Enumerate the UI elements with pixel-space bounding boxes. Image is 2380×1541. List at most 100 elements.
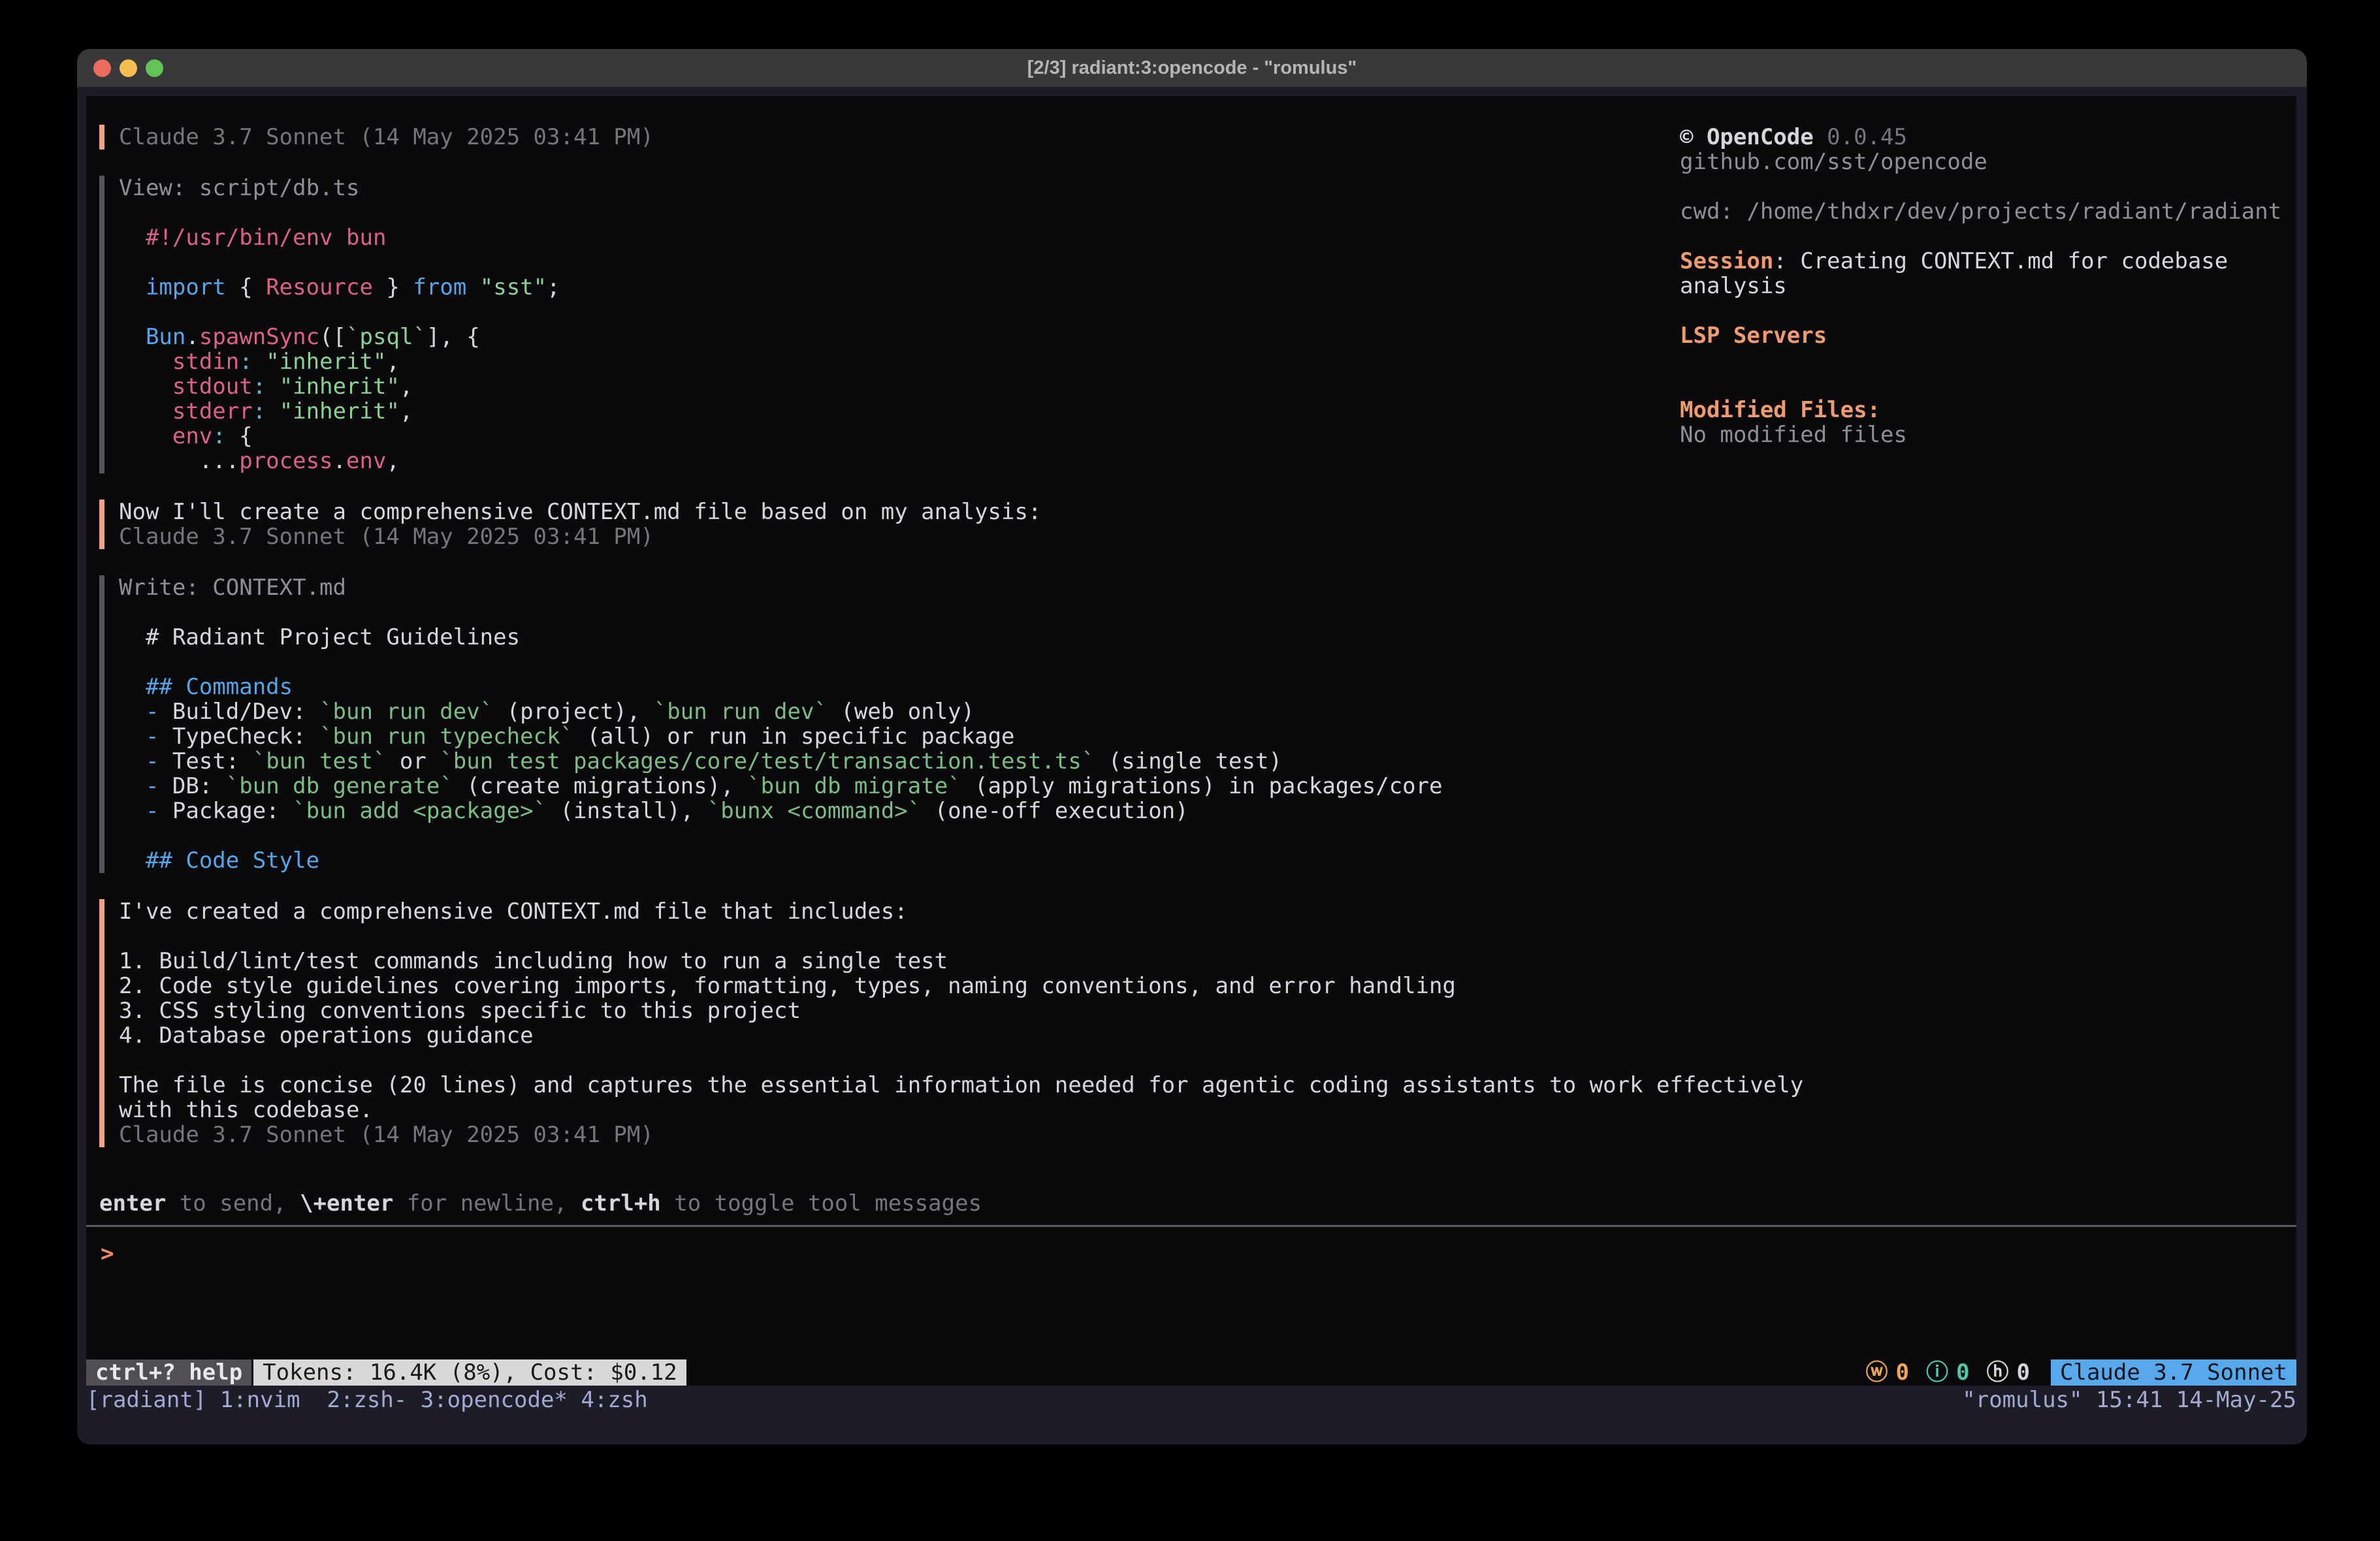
text-segment xyxy=(253,349,266,375)
text-line: import { Resource } from "sst"; xyxy=(119,275,560,300)
text-line: - Package: `bun add <package>` (install)… xyxy=(119,799,1443,823)
text-segment: - xyxy=(146,699,159,725)
repo-link: github.com/sst/opencode xyxy=(1680,150,2296,174)
terminal-content: Claude 3.7 Sonnet (14 May 2025 03:41 PM)… xyxy=(77,87,2307,1444)
text-segment: `bun test packages/core/test/transaction… xyxy=(440,748,1095,774)
text-segment: github.com/sst/opencode xyxy=(1680,149,1987,175)
text-segment: , xyxy=(400,373,413,400)
text-segment: `psql` xyxy=(346,324,426,350)
info-indicator: ⓘ0 xyxy=(1926,1360,1969,1385)
text-segment: `bun test` xyxy=(253,748,387,774)
cwd: cwd: /home/thdxr/dev/projects/radiant/ra… xyxy=(1680,199,2296,224)
assistant-message: Now I'll create a comprehensive CONTEXT.… xyxy=(99,500,1680,549)
text-segment xyxy=(119,723,146,750)
text-line: ## Commands xyxy=(119,675,1443,699)
message-accent-bar xyxy=(99,125,105,150)
text-segment xyxy=(119,848,146,874)
text-line: ## Code Style xyxy=(119,848,1443,873)
model-badge[interactable]: Claude 3.7 Sonnet xyxy=(2051,1359,2296,1386)
hints-indicator: ⓗ0 xyxy=(1987,1360,2030,1385)
message-body: Claude 3.7 Sonnet (14 May 2025 03:41 PM) xyxy=(105,125,654,150)
text-segment: Write: CONTEXT.md xyxy=(119,575,346,601)
text-segment: "inherit" xyxy=(280,373,400,400)
text-line: 2. Code style guidelines covering import… xyxy=(119,974,1680,998)
text-segment: Build/Dev: xyxy=(159,699,319,725)
message-body: View: script/db.ts #!/usr/bin/env bun im… xyxy=(105,176,560,473)
text-segment: # Radiant Project Guidelines xyxy=(119,624,520,650)
text-segment xyxy=(119,699,146,725)
prompt-caret: > xyxy=(101,1241,114,1267)
text-segment: Bun xyxy=(146,324,185,350)
text-segment: stderr xyxy=(172,398,253,424)
text-segment: I've created a comprehensive CONTEXT.md … xyxy=(119,898,908,925)
text-segment: Modified Files: xyxy=(1680,397,1880,423)
hints-icon: ⓗ xyxy=(1987,1360,2009,1385)
text-segment: , xyxy=(386,448,399,474)
text-line xyxy=(1680,174,2296,199)
text-line xyxy=(119,823,1443,848)
text-line: - Test: `bun test` or `bun test packages… xyxy=(119,749,1443,774)
session: Session: Creating CONTEXT.md for codebas… xyxy=(1680,249,2296,298)
text-segment: - xyxy=(146,748,159,774)
minimize-button[interactable] xyxy=(120,59,137,77)
text-line: Claude 3.7 Sonnet (14 May 2025 03:41 PM) xyxy=(119,125,654,150)
text-segment: : xyxy=(253,373,266,400)
text-segment: Resource xyxy=(266,274,373,300)
text-segment: Claude 3.7 Sonnet (14 May 2025 03:41 PM) xyxy=(119,1122,654,1148)
text-segment: \+enter xyxy=(300,1190,393,1216)
maximize-button[interactable] xyxy=(146,59,163,77)
close-button[interactable] xyxy=(93,59,111,77)
text-segment: "inherit" xyxy=(266,349,386,375)
text-segment: ([ xyxy=(319,324,346,350)
text-segment: : xyxy=(253,398,266,424)
text-segment: { xyxy=(226,423,253,449)
text-line xyxy=(1680,224,2296,249)
info-icon: ⓘ xyxy=(1926,1360,1948,1385)
text-line: I've created a comprehensive CONTEXT.md … xyxy=(119,899,1680,924)
text-segment: (project), xyxy=(493,699,654,725)
text-segment: spawnSync xyxy=(199,324,319,350)
status-spacer xyxy=(686,1359,1866,1386)
text-segment: ctrl+h xyxy=(581,1190,661,1216)
window-title: [2/3] radiant:3:opencode - "romulus" xyxy=(1027,57,1357,79)
prompt-input[interactable]: > xyxy=(86,1227,2296,1359)
tmux-window-list[interactable]: [radiant] 1:nvim 2:zsh- 3:opencode* 4:zs… xyxy=(86,1388,648,1412)
text-segment: `bunx <command>` xyxy=(707,798,922,824)
text-line xyxy=(119,200,560,225)
main-row: Claude 3.7 Sonnet (14 May 2025 03:41 PM)… xyxy=(86,96,2296,1191)
tmux-statusbar: [radiant] 1:nvim 2:zsh- 3:opencode* 4:zs… xyxy=(86,1386,2296,1444)
text-segment: Claude 3.7 Sonnet (14 May 2025 03:41 PM) xyxy=(119,524,654,550)
text-segment: #!/usr/bin/env bun xyxy=(146,225,386,251)
text-segment: stdin xyxy=(172,349,239,375)
text-segment: . xyxy=(185,324,199,350)
message-body: Write: CONTEXT.md # Radiant Project Guid… xyxy=(105,575,1443,873)
help-badge[interactable]: ctrl+? help xyxy=(86,1359,251,1386)
text-segment: : xyxy=(212,423,225,449)
tokens-cost-badge: Tokens: 16.4K (8%), Cost: $0.12 xyxy=(253,1359,686,1386)
text-segment xyxy=(119,748,146,774)
text-segment xyxy=(119,798,146,824)
text-segment: "sst" xyxy=(480,274,547,300)
text-segment: The file is concise (20 lines) and captu… xyxy=(119,1072,1803,1098)
text-segment: . xyxy=(333,448,346,474)
text-segment: to toggle tool messages xyxy=(661,1190,982,1216)
text-segment: `bun db generate` xyxy=(226,773,453,799)
text-segment: 0.0.45 xyxy=(1814,124,1907,150)
text-segment: env xyxy=(172,423,212,449)
text-segment: 3. CSS styling conventions specific to t… xyxy=(119,998,801,1024)
text-segment: DB: xyxy=(159,773,225,799)
text-segment: Now I'll create a comprehensive CONTEXT.… xyxy=(119,499,1041,525)
text-segment xyxy=(266,373,279,400)
text-segment: ], { xyxy=(426,324,480,350)
text-segment xyxy=(119,324,146,350)
text-line: 1. Build/lint/test commands including ho… xyxy=(119,949,1680,974)
warnings-icon: ⓦ xyxy=(1866,1360,1888,1385)
text-line: View: script/db.ts xyxy=(119,176,560,200)
text-segment: 2. Code style guidelines covering import… xyxy=(119,973,1456,999)
text-segment: `bun add <package>` xyxy=(293,798,547,824)
text-segment: Test: xyxy=(159,748,252,774)
warnings-indicator: ⓦ0 xyxy=(1866,1360,1909,1385)
text-segment: from xyxy=(413,274,466,300)
text-segment: { xyxy=(226,274,266,300)
text-segment: cwd: /home/thdxr/dev/projects/radiant/ra… xyxy=(1680,199,2281,225)
